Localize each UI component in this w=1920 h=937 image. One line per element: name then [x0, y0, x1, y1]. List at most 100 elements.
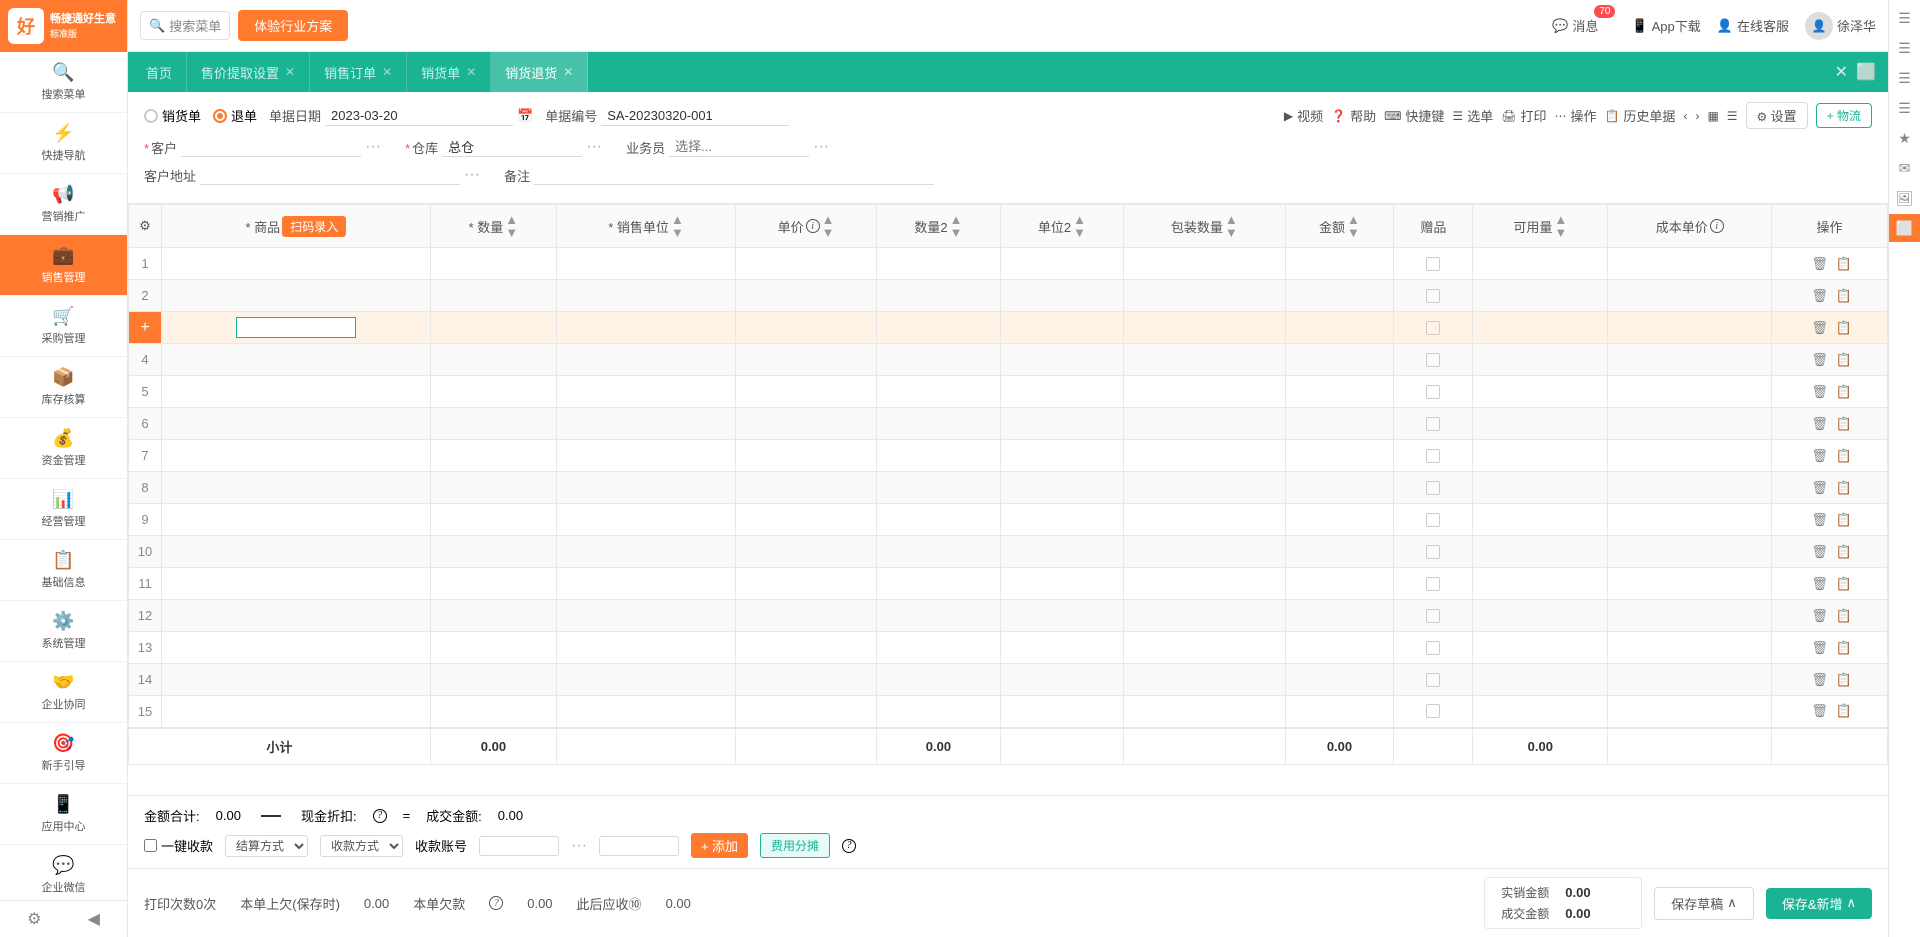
right-icon-4[interactable]: ☰ — [1891, 94, 1919, 122]
col-unit2[interactable]: 单位2 ▲▼ — [1000, 205, 1123, 248]
copy-icon-3[interactable]: 📋 — [1836, 320, 1852, 335]
tab-sales-delivery[interactable]: 销货单 ✕ — [407, 52, 491, 92]
row-8-gift[interactable] — [1394, 472, 1473, 504]
right-icon-3[interactable]: ☰ — [1891, 64, 1919, 92]
row-12-gift[interactable] — [1394, 600, 1473, 632]
gift-checkbox-15[interactable] — [1426, 704, 1440, 718]
delete-icon-1[interactable]: 🗑 — [1811, 256, 1828, 271]
row-8-goods[interactable] — [162, 472, 431, 504]
tab-home[interactable]: 首页 — [132, 52, 187, 92]
row-3-gift[interactable] — [1394, 312, 1473, 344]
col-unit[interactable]: * 销售单位 ▲▼ — [557, 205, 736, 248]
tab-sales-return[interactable]: 销货退货 ✕ — [491, 52, 588, 92]
tab-sales-order[interactable]: 销售订单 ✕ — [310, 52, 407, 92]
warehouse-picker[interactable]: ··· — [586, 138, 602, 156]
app-download-btn[interactable]: 📱 App下载 — [1631, 16, 1700, 35]
row-7-gift[interactable] — [1394, 440, 1473, 472]
date-input[interactable] — [325, 106, 513, 126]
tab-price-settings-close[interactable]: ✕ — [285, 65, 295, 79]
gift-checkbox-7[interactable] — [1426, 449, 1440, 463]
print-btn[interactable]: 🖨 打印 — [1501, 106, 1546, 125]
gift-checkbox-11[interactable] — [1426, 577, 1440, 591]
save-draft-btn[interactable]: 保存草稿 ∧ — [1654, 887, 1754, 920]
fee-split-btn[interactable]: 费用分摊 — [760, 833, 830, 858]
help-btn[interactable]: ❓ 帮助 — [1331, 106, 1376, 125]
add-row-btn[interactable]: + — [135, 318, 155, 338]
copy-icon-10[interactable]: 📋 — [1836, 544, 1852, 559]
pay-method-select[interactable]: 收款方式 — [320, 835, 403, 857]
col-amount[interactable]: 金额 ▲▼ — [1285, 205, 1394, 248]
sidebar-item-sales[interactable]: 💼 销售管理 — [0, 235, 127, 296]
calc-method-select[interactable]: 结算方式 — [225, 835, 308, 857]
sidebar-item-search[interactable]: 🔍 搜索菜单 — [0, 52, 127, 113]
delete-icon-10[interactable]: 🗑 — [1811, 544, 1828, 559]
delete-icon-4[interactable]: 🗑 — [1811, 352, 1828, 367]
copy-icon-4[interactable]: 📋 — [1836, 352, 1852, 367]
sidebar-item-inventory[interactable]: 📦 库存核算 — [0, 357, 127, 418]
col-pack-qty[interactable]: 包装数量 ▲▼ — [1124, 205, 1285, 248]
remark-input[interactable] — [534, 165, 934, 185]
settings-button[interactable]: ⚙ — [27, 909, 41, 929]
docno-input[interactable] — [601, 106, 789, 126]
gift-checkbox-2[interactable] — [1426, 289, 1440, 303]
row-6-goods[interactable] — [162, 408, 431, 440]
copy-icon-7[interactable]: 📋 — [1836, 448, 1852, 463]
copy-icon-12[interactable]: 📋 — [1836, 608, 1852, 623]
copy-icon-9[interactable]: 📋 — [1836, 512, 1852, 527]
sidebar-item-enterprise[interactable]: 🤝 企业协同 — [0, 662, 127, 723]
delete-icon-13[interactable]: 🗑 — [1811, 640, 1828, 655]
delete-icon-5[interactable]: 🗑 — [1811, 384, 1828, 399]
row-5-gift[interactable] — [1394, 376, 1473, 408]
right-icon-mail[interactable]: ✉ — [1891, 154, 1919, 182]
select-btn[interactable]: ☰ 选单 — [1452, 106, 1493, 125]
row-4-gift[interactable] — [1394, 344, 1473, 376]
delete-icon-12[interactable]: 🗑 — [1811, 608, 1828, 623]
copy-icon-11[interactable]: 📋 — [1836, 576, 1852, 591]
shortcut-btn[interactable]: ⌨ 快捷键 — [1384, 106, 1444, 125]
one-pay-checkbox[interactable]: 一键收款 — [144, 836, 213, 855]
staff-input[interactable] — [669, 137, 809, 157]
right-icon-active[interactable]: ⬜ — [1889, 214, 1920, 242]
row-13-goods[interactable] — [162, 632, 431, 664]
delete-icon-14[interactable]: 🗑 — [1811, 672, 1828, 687]
delete-icon-9[interactable]: 🗑 — [1811, 512, 1828, 527]
customer-input[interactable] — [181, 137, 361, 157]
delete-icon-15[interactable]: 🗑 — [1811, 703, 1828, 718]
delete-icon-6[interactable]: 🗑 — [1811, 416, 1828, 431]
row-12-goods[interactable] — [162, 600, 431, 632]
row-1-goods[interactable] — [162, 248, 431, 280]
staff-picker[interactable]: ··· — [813, 138, 829, 156]
sidebar-item-marketing[interactable]: 📢 营销推广 — [0, 174, 127, 235]
customer-picker[interactable]: ··· — [365, 138, 381, 156]
close-all-tabs[interactable]: ✕ — [1835, 62, 1848, 82]
row-14-gift[interactable] — [1394, 664, 1473, 696]
delete-icon-2[interactable]: 🗑 — [1811, 288, 1828, 303]
right-icon-2[interactable]: ☰ — [1891, 34, 1919, 62]
service-btn[interactable]: 👤 在线客服 — [1717, 16, 1789, 35]
history-btn[interactable]: 📋 历史单据 — [1604, 106, 1675, 125]
radio-sale[interactable]: 销货单 — [144, 106, 201, 125]
user-info[interactable]: 👤 徐泽华 — [1805, 12, 1876, 40]
row-1-gift[interactable] — [1394, 248, 1473, 280]
sidebar-item-guide[interactable]: 🎯 新手引导 — [0, 723, 127, 784]
restore-tabs[interactable]: ⬜ — [1856, 62, 1876, 82]
nav-next-btn[interactable]: › — [1695, 109, 1699, 123]
delete-icon-7[interactable]: 🗑 — [1811, 448, 1828, 463]
col-qty[interactable]: * 数量 ▲▼ — [430, 205, 556, 248]
copy-icon-8[interactable]: 📋 — [1836, 480, 1852, 495]
gift-checkbox-13[interactable] — [1426, 641, 1440, 655]
gift-checkbox-14[interactable] — [1426, 673, 1440, 687]
sidebar-item-wechat[interactable]: 💬 企业微信 — [0, 845, 127, 900]
right-icon-img[interactable]: 🖼 — [1891, 184, 1919, 212]
sidebar-item-operations[interactable]: 📊 经营管理 — [0, 479, 127, 540]
gift-checkbox-4[interactable] — [1426, 353, 1440, 367]
gift-checkbox-3[interactable] — [1426, 321, 1440, 335]
row-14-goods[interactable] — [162, 664, 431, 696]
gift-checkbox-10[interactable] — [1426, 545, 1440, 559]
row-13-gift[interactable] — [1394, 632, 1473, 664]
delete-icon-11[interactable]: 🗑 — [1811, 576, 1828, 591]
radio-return[interactable]: 退单 — [213, 106, 257, 125]
exp-btn[interactable]: 体验行业方案 — [238, 10, 348, 41]
settings-btn[interactable]: ⚙ 设置 — [1746, 102, 1808, 129]
sidebar-item-finance[interactable]: 💰 资金管理 — [0, 418, 127, 479]
